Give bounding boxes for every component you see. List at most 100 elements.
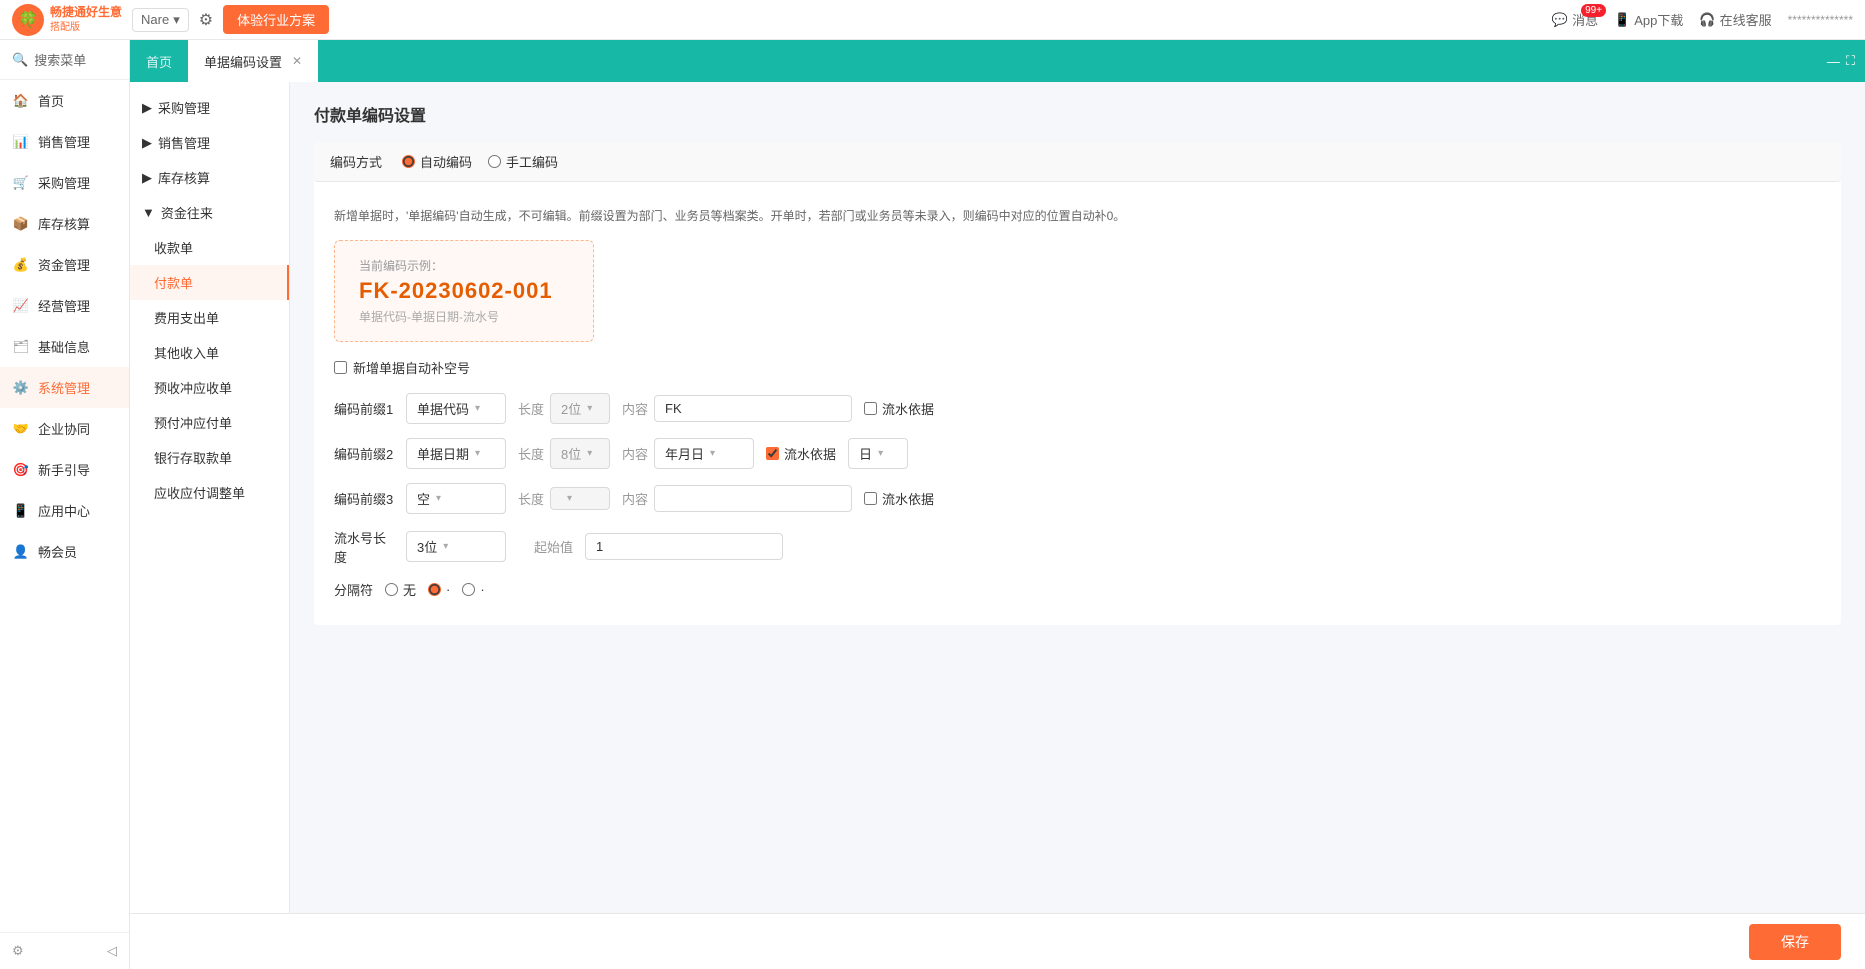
- sidebar-search-label: 搜索菜单: [34, 50, 86, 69]
- sidebar-search[interactable]: 🔍 搜索菜单: [0, 40, 129, 80]
- chevron-down-icon: ▾: [475, 448, 480, 459]
- auto-fill-checkbox[interactable]: [334, 361, 347, 374]
- sidebar-item-label: 资金管理: [38, 255, 90, 274]
- config-row-1-select[interactable]: 单据代码 ▾: [406, 393, 506, 424]
- tab-home[interactable]: 首页: [130, 40, 188, 82]
- serial-length-label: 流水号长度: [334, 528, 394, 566]
- message-icon: 💬: [1552, 12, 1568, 28]
- sidebar-item-purchase[interactable]: 🛒 采购管理: [0, 162, 129, 203]
- config-row-3-label: 编码前缀3: [334, 489, 394, 508]
- sidebar-item-cooperation[interactable]: 🤝 企业协同: [0, 408, 129, 449]
- config-row-3-length-select[interactable]: ▾: [550, 487, 610, 510]
- submenu-item-qitashouru[interactable]: 其他收入单: [130, 335, 289, 370]
- sidebar-item-basic-info[interactable]: 🗂 基础信息: [0, 326, 129, 367]
- config-row-1-content-input[interactable]: [654, 395, 852, 422]
- auto-fill-label: 新增单据自动补空号: [353, 358, 470, 377]
- radio-auto-label: 自动编码: [420, 152, 472, 171]
- stream-label: 流水依据: [882, 489, 934, 508]
- separator-none[interactable]: 无: [385, 580, 416, 599]
- message-btn[interactable]: 💬 消息 99+: [1552, 10, 1598, 29]
- sidebar-item-system[interactable]: ⚙️ 系统管理: [0, 367, 129, 408]
- config-row-3-content-input[interactable]: [654, 485, 852, 512]
- submenu-item-fukuan[interactable]: 付款单: [130, 265, 289, 300]
- config-row-2-stream-check[interactable]: 流水依据: [766, 444, 836, 463]
- sidebar-item-inventory[interactable]: 📦 库存核算: [0, 203, 129, 244]
- start-value-input[interactable]: [585, 533, 783, 560]
- tab-encode-settings[interactable]: 单据编码设置 ✕: [188, 40, 318, 82]
- submenu-header-inventory[interactable]: ▶ 库存核算: [130, 160, 289, 195]
- sidebar-item-sales[interactable]: 📊 销售管理: [0, 121, 129, 162]
- tab-close-icon[interactable]: ✕: [292, 54, 302, 68]
- content-label: 内容: [622, 399, 648, 418]
- app-center-icon: 📱: [12, 502, 30, 520]
- industry-btn[interactable]: 体验行业方案: [223, 5, 329, 34]
- config-row-2-select[interactable]: 单据日期 ▾: [406, 438, 506, 469]
- sidebar-item-app-center[interactable]: 📱 应用中心: [0, 490, 129, 531]
- sidebar-settings-icon[interactable]: ⚙: [12, 943, 24, 959]
- sidebar-item-home[interactable]: 🏠 首页: [0, 80, 129, 121]
- top-bar-right: 💬 消息 99+ 📱 App下载 🎧 在线客服 **************: [1552, 10, 1853, 29]
- content-label: 内容: [622, 444, 648, 463]
- submenu-item-shoukuan[interactable]: 收款单: [130, 230, 289, 265]
- radio-manual[interactable]: 手工编码: [488, 152, 558, 171]
- sidebar-item-label: 基础信息: [38, 337, 90, 356]
- chevron-down-icon: ▾: [878, 448, 883, 459]
- separator-radio-group: 无 · ·: [385, 580, 485, 599]
- submenu-item-yingshou[interactable]: 应收应付调整单: [130, 475, 289, 510]
- save-button[interactable]: 保存: [1749, 924, 1841, 960]
- sidebar-item-operations[interactable]: 📈 经营管理: [0, 285, 129, 326]
- config-row-2-stream-select[interactable]: 日 ▾: [848, 438, 908, 469]
- submenu-header-purchase[interactable]: ▶ 采购管理: [130, 90, 289, 125]
- submenu-label: 库存核算: [158, 168, 210, 187]
- user-info[interactable]: **************: [1788, 13, 1853, 27]
- code-preview-desc: 单据代码-单据日期-流水号: [359, 308, 569, 325]
- basic-info-icon: 🗂: [12, 338, 30, 356]
- config-row-2-length: 长度 8位 ▾: [518, 438, 610, 469]
- chevron-down-icon: ▾: [567, 493, 572, 504]
- config-row-2-length-select[interactable]: 8位 ▾: [550, 438, 610, 469]
- submenu-item-yuchongying[interactable]: 预付冲应付单: [130, 405, 289, 440]
- submenu-item-yinhang[interactable]: 银行存取款单: [130, 440, 289, 475]
- tab-encode-settings-label: 单据编码设置: [204, 52, 282, 71]
- submenu-header-sales[interactable]: ▶ 销售管理: [130, 125, 289, 160]
- chevron-down-icon: ▾: [587, 448, 592, 459]
- info-text: 新增单据时，'单据编码'自动生成，不可编辑。前缀设置为部门、业务员等档案类。开单…: [334, 206, 1821, 228]
- tab-minimize-icon[interactable]: —: [1827, 54, 1840, 69]
- stream-label: 流水依据: [882, 399, 934, 418]
- submenu-item-yuchongshouying[interactable]: 预收冲应收单: [130, 370, 289, 405]
- tab-maximize-icon[interactable]: ⛶: [1846, 53, 1855, 69]
- config-row-2: 编码前缀2 单据日期 ▾ 长度 8位 ▾: [334, 438, 1821, 469]
- settings-icon[interactable]: ⚙: [199, 10, 213, 30]
- config-row-2-content-select[interactable]: 年月日 ▾: [654, 438, 754, 469]
- separator-dot[interactable]: ·: [428, 582, 450, 597]
- sidebar-collapse-icon[interactable]: ◁: [107, 943, 117, 959]
- config-row-3-select[interactable]: 空 ▾: [406, 483, 506, 514]
- chevron-right-icon: ▶: [142, 100, 152, 116]
- config-row-3-stream-check[interactable]: 流水依据: [864, 489, 934, 508]
- tab-actions: — ⛶: [1827, 53, 1865, 69]
- company-select[interactable]: Nare ▾: [132, 8, 189, 32]
- length-label: 长度: [518, 489, 544, 508]
- sidebar: 🔍 搜索菜单 🏠 首页 📊 销售管理 🛒 采购管理 📦 库存核算 💰 资金管理 …: [0, 40, 130, 969]
- online-service-btn[interactable]: 🎧 在线客服: [1699, 10, 1771, 29]
- code-preview-label: 当前编码示例：: [359, 257, 569, 274]
- guide-icon: 🎯: [12, 461, 30, 479]
- encode-section: 编码方式 自动编码 手工编码: [314, 142, 1841, 625]
- sidebar-item-member[interactable]: 👤 畅会员: [0, 531, 129, 572]
- submenu-item-feiyong[interactable]: 费用支出单: [130, 300, 289, 335]
- content-area: 首页 单据编码设置 ✕ — ⛶ ▶ 采购管理: [130, 40, 1865, 969]
- service-icon: 🎧: [1699, 12, 1715, 28]
- sidebar-item-finance[interactable]: 💰 资金管理: [0, 244, 129, 285]
- sidebar-item-guide[interactable]: 🎯 新手引导: [0, 449, 129, 490]
- submenu-group-sales: ▶ 销售管理: [130, 125, 289, 160]
- app-download-btn[interactable]: 📱 App下载: [1614, 10, 1683, 29]
- separator-dot2[interactable]: ·: [462, 582, 484, 597]
- purchase-icon: 🛒: [12, 174, 30, 192]
- radio-auto[interactable]: 自动编码: [402, 152, 472, 171]
- serial-length-select[interactable]: 3位 ▾: [406, 531, 506, 562]
- submenu-header-finance[interactable]: ▼ 资金往来: [130, 195, 289, 230]
- config-row-3-content: 内容: [622, 485, 852, 512]
- chevron-down-icon: ▼: [142, 205, 155, 220]
- config-row-1-stream-check[interactable]: 流水依据: [864, 399, 934, 418]
- config-row-1-length-select[interactable]: 2位 ▾: [550, 393, 610, 424]
